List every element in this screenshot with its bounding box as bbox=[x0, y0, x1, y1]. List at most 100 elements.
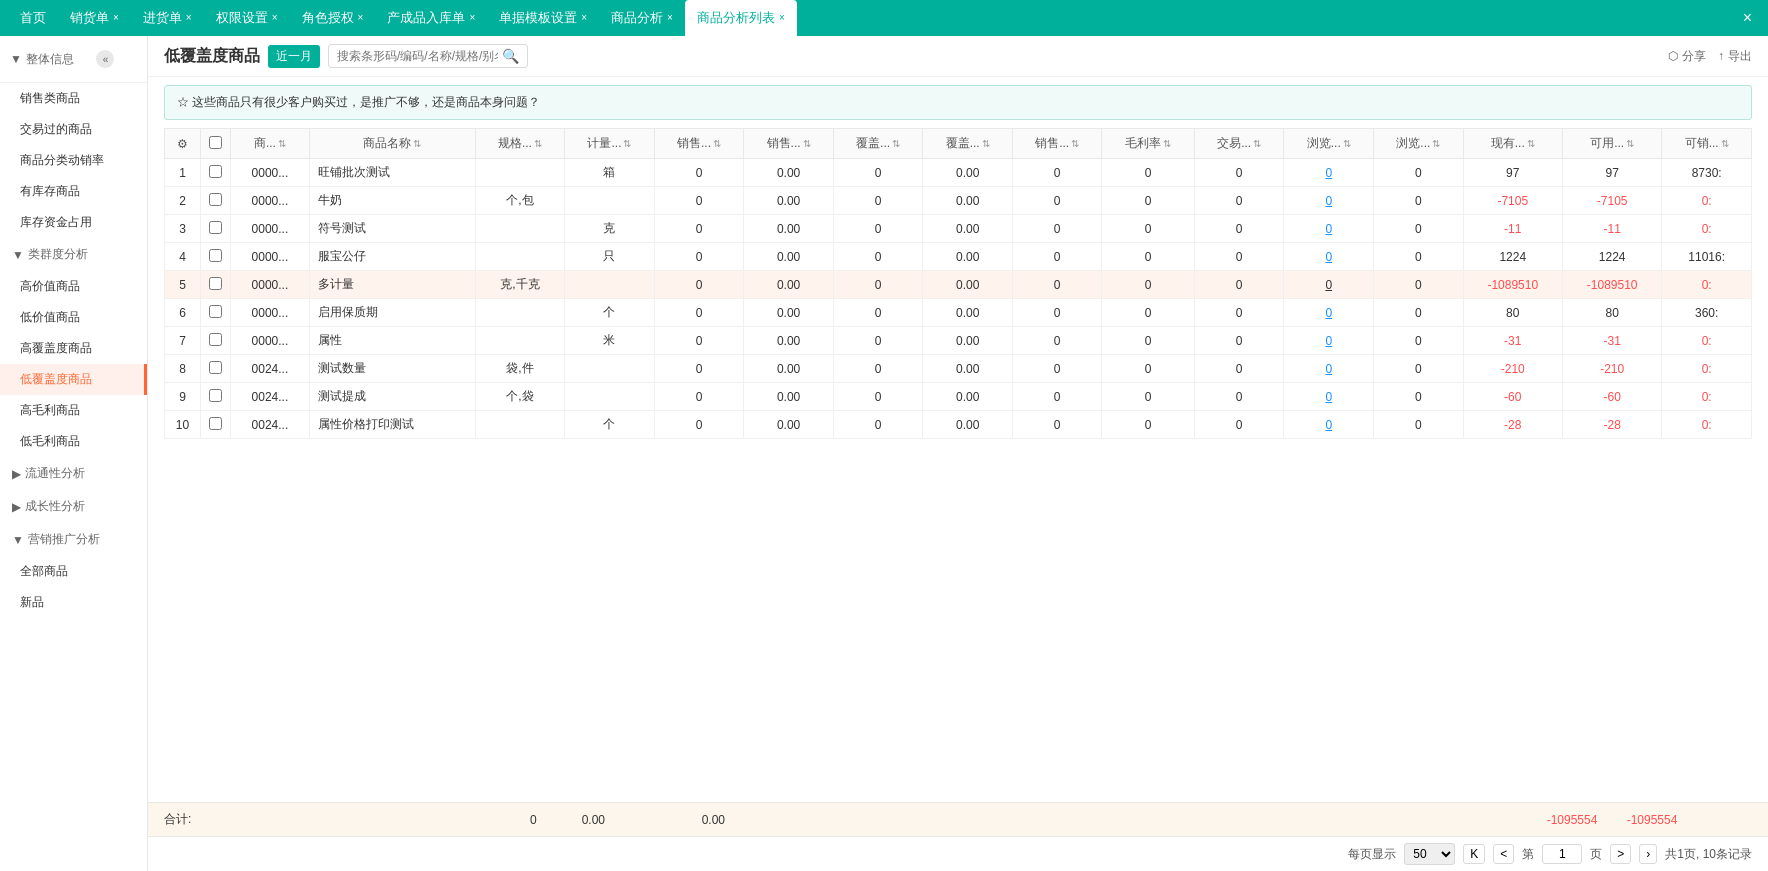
cell-available: -31 bbox=[1562, 327, 1661, 355]
col-current[interactable]: 现有...⇅ bbox=[1463, 129, 1562, 159]
sidebar-section-growth[interactable]: ▶ 成长性分析 bbox=[0, 490, 147, 523]
col-sellable[interactable]: 可销...⇅ bbox=[1662, 129, 1752, 159]
nav-permissions[interactable]: 权限设置 × bbox=[204, 0, 290, 36]
col-name[interactable]: 商品名称⇅ bbox=[309, 129, 475, 159]
search-input[interactable] bbox=[337, 49, 498, 63]
select-all-checkbox[interactable] bbox=[209, 136, 222, 149]
cell-browse2: 0 bbox=[1374, 159, 1464, 187]
cell-current: -210 bbox=[1463, 355, 1562, 383]
cell-checkbox[interactable] bbox=[201, 243, 231, 271]
cell-checkbox[interactable] bbox=[201, 383, 231, 411]
cell-checkbox[interactable] bbox=[201, 187, 231, 215]
cell-spec: 个,袋 bbox=[475, 383, 565, 411]
cell-sales3: 0 bbox=[1012, 271, 1102, 299]
nav-analysis-list[interactable]: 商品分析列表 × bbox=[685, 0, 797, 36]
export-button[interactable]: ↑ 导出 bbox=[1718, 48, 1752, 65]
next-page-button[interactable]: > bbox=[1610, 844, 1631, 864]
cell-checkbox[interactable] bbox=[201, 411, 231, 439]
col-sales1[interactable]: 销售...⇅ bbox=[654, 129, 744, 159]
nav-roles[interactable]: 角色授权 × bbox=[290, 0, 376, 36]
cell-current: 97 bbox=[1463, 159, 1562, 187]
col-unit[interactable]: 计量...⇅ bbox=[565, 129, 655, 159]
cell-sales3: 0 bbox=[1012, 159, 1102, 187]
cell-browse1[interactable]: 0 bbox=[1284, 299, 1374, 327]
cell-browse1[interactable]: 0 bbox=[1284, 411, 1374, 439]
col-cover2[interactable]: 覆盖...⇅ bbox=[923, 129, 1013, 159]
info-banner: ☆ 这些商品只有很少客户购买过，是推广不够，还是商品本身问题？ bbox=[164, 85, 1752, 120]
cell-cover2: 0.00 bbox=[923, 411, 1013, 439]
col-code[interactable]: 商...⇅ bbox=[231, 129, 310, 159]
cell-checkbox[interactable] bbox=[201, 159, 231, 187]
total-bar: 合计: 0 0.00 0.00 -1095554 -1095554 bbox=[148, 802, 1768, 836]
date-filter-button[interactable]: 近一月 bbox=[268, 45, 320, 68]
nav-purchase[interactable]: 进货单 × bbox=[131, 0, 204, 36]
sidebar-item-low-gross[interactable]: 低毛利商品 bbox=[0, 426, 147, 457]
nav-home[interactable]: 首页 bbox=[8, 0, 58, 36]
cell-browse1[interactable]: 0 bbox=[1284, 215, 1374, 243]
nav-analysis[interactable]: 商品分析 × bbox=[599, 0, 685, 36]
last-page-button[interactable]: › bbox=[1639, 844, 1657, 864]
per-page-select[interactable]: 50 20 100 bbox=[1404, 843, 1455, 865]
cell-browse1[interactable]: 0 bbox=[1284, 271, 1374, 299]
nav-sales[interactable]: 销货单 × bbox=[58, 0, 131, 36]
page-title: 低覆盖度商品 bbox=[164, 46, 260, 67]
nav-templates[interactable]: 单据模板设置 × bbox=[487, 0, 599, 36]
cell-browse1[interactable]: 0 bbox=[1284, 355, 1374, 383]
sidebar-item-traded-products[interactable]: 交易过的商品 bbox=[0, 114, 147, 145]
col-trade[interactable]: 交易...⇅ bbox=[1194, 129, 1284, 159]
sidebar-collapse-button[interactable]: « bbox=[96, 50, 114, 68]
sidebar-section-group[interactable]: ▼ 类群度分析 bbox=[0, 238, 147, 271]
sidebar-item-high-value[interactable]: 高价值商品 bbox=[0, 271, 147, 302]
sidebar-item-all-products[interactable]: 全部商品 bbox=[0, 556, 147, 587]
nav-products[interactable]: 产成品入库单 × bbox=[375, 0, 487, 36]
sidebar-item-new-products[interactable]: 新品 bbox=[0, 587, 147, 618]
cell-browse1[interactable]: 0 bbox=[1284, 243, 1374, 271]
cell-checkbox[interactable] bbox=[201, 215, 231, 243]
cell-checkbox[interactable] bbox=[201, 271, 231, 299]
cell-code: 0024... bbox=[231, 355, 310, 383]
col-cover1[interactable]: 覆盖...⇅ bbox=[833, 129, 923, 159]
col-gross[interactable]: 毛利率⇅ bbox=[1102, 129, 1194, 159]
settings-icon[interactable]: ⚙ bbox=[177, 137, 188, 151]
col-sales2[interactable]: 销售...⇅ bbox=[744, 129, 834, 159]
col-sales3[interactable]: 销售...⇅ bbox=[1012, 129, 1102, 159]
sidebar-item-category-rate[interactable]: 商品分类动销率 bbox=[0, 145, 147, 176]
page-number-input[interactable] bbox=[1542, 844, 1582, 864]
cell-browse1[interactable]: 0 bbox=[1284, 187, 1374, 215]
cell-checkbox[interactable] bbox=[201, 355, 231, 383]
col-browse2[interactable]: 浏览...⇅ bbox=[1374, 129, 1464, 159]
sidebar-item-sales-products[interactable]: 销售类商品 bbox=[0, 83, 147, 114]
cell-sales2: 0.00 bbox=[744, 327, 834, 355]
cell-gross: 0 bbox=[1102, 215, 1194, 243]
col-available[interactable]: 可用...⇅ bbox=[1562, 129, 1661, 159]
sidebar-item-high-coverage[interactable]: 高覆盖度商品 bbox=[0, 333, 147, 364]
cell-unit bbox=[565, 383, 655, 411]
cell-gross: 0 bbox=[1102, 243, 1194, 271]
cell-unit: 米 bbox=[565, 327, 655, 355]
cell-checkbox[interactable] bbox=[201, 327, 231, 355]
window-close-button[interactable]: × bbox=[1735, 9, 1760, 27]
cell-checkbox[interactable] bbox=[201, 299, 231, 327]
cell-sales1: 0 bbox=[654, 187, 744, 215]
sidebar-item-low-value[interactable]: 低价值商品 bbox=[0, 302, 147, 333]
share-button[interactable]: ⬡ 分享 bbox=[1668, 48, 1706, 65]
page-label: 第 bbox=[1522, 846, 1534, 863]
first-page-button[interactable]: K bbox=[1463, 844, 1485, 864]
sidebar-item-high-gross[interactable]: 高毛利商品 bbox=[0, 395, 147, 426]
sidebar-section-marketing[interactable]: ▼ 营销推广分析 bbox=[0, 523, 147, 556]
sidebar-item-low-coverage[interactable]: 低覆盖度商品 bbox=[0, 364, 147, 395]
prev-page-button[interactable]: < bbox=[1493, 844, 1514, 864]
cell-unit: 只 bbox=[565, 243, 655, 271]
col-browse1[interactable]: 浏览...⇅ bbox=[1284, 129, 1374, 159]
sidebar-item-stock-capital[interactable]: 库存资金占用 bbox=[0, 207, 147, 238]
sidebar-item-in-stock[interactable]: 有库存商品 bbox=[0, 176, 147, 207]
cell-sales2: 0.00 bbox=[744, 383, 834, 411]
cell-browse1[interactable]: 0 bbox=[1284, 327, 1374, 355]
sidebar-section-overall[interactable]: ▼ 整体信息 bbox=[10, 51, 74, 68]
col-spec[interactable]: 规格...⇅ bbox=[475, 129, 565, 159]
cell-browse1[interactable]: 0 bbox=[1284, 159, 1374, 187]
sidebar-section-flow[interactable]: ▶ 流通性分析 bbox=[0, 457, 147, 490]
cell-unit bbox=[565, 271, 655, 299]
cell-sales3: 0 bbox=[1012, 355, 1102, 383]
cell-browse1[interactable]: 0 bbox=[1284, 383, 1374, 411]
